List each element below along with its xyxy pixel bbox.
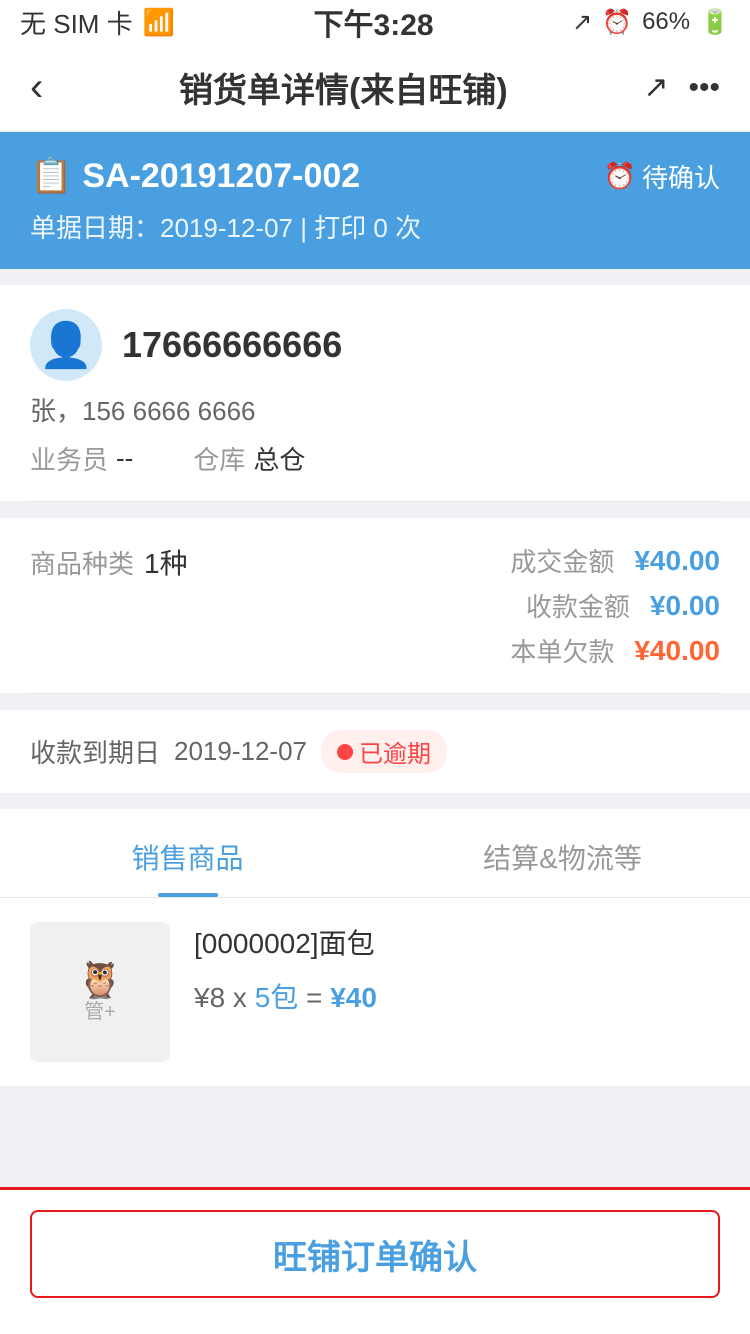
nav-bar: ‹ 销货单详情(来自旺铺) ↗ •••: [0, 44, 750, 132]
customer-top: 👤 17666666666: [30, 309, 720, 381]
order-date: 单据日期：2019-12-07 | 打印 0 次: [30, 208, 720, 245]
divider-2: [30, 693, 720, 694]
table-row: 🦉 管+ [0000002]面包 ¥8 x 5包 = ¥40: [30, 922, 720, 1062]
product-types-value: 1种: [144, 542, 188, 582]
warehouse-label: 仓库: [193, 440, 245, 477]
product-info: [0000002]面包 ¥8 x 5包 = ¥40: [194, 922, 720, 1016]
battery-text: 66%: [642, 8, 690, 36]
tabs-row: 销售商品 结算&物流等: [0, 809, 750, 898]
receipt-label: 收款金额: [526, 587, 630, 624]
location-icon: ↗: [572, 8, 592, 37]
status-bar-left: 无 SIM 卡 📶: [20, 4, 175, 41]
tabs-section: 销售商品 结算&物流等 🦉 管+ [0000002]面包 ¥8 x 5包 = ¥…: [0, 809, 750, 1086]
product-logo-icon: 🦉 管+: [78, 962, 123, 1022]
receipt-row: 收款金额 ¥0.00: [526, 587, 720, 624]
receipt-value: ¥0.00: [650, 590, 720, 622]
overdue-dot-icon: [337, 744, 353, 760]
status-bar-right: ↗ ⏰ 66% 🔋: [572, 8, 730, 37]
status-bar-time: 下午3:28: [314, 0, 434, 44]
summary-row: 商品种类 1种 成交金额 ¥40.00 收款金额 ¥0.00 本单欠款 ¥40.…: [30, 542, 720, 669]
transaction-value: ¥40.00: [634, 545, 720, 577]
avatar: 👤: [30, 309, 102, 381]
alarm-icon: ⏰: [602, 8, 632, 37]
customer-section: 👤 17666666666 张，156 6666 6666 业务员 -- 仓库 …: [0, 285, 750, 501]
order-icon: 📋: [30, 156, 72, 196]
owed-label: 本单欠款: [510, 632, 614, 669]
confirm-order-button[interactable]: 旺铺订单确认: [30, 1210, 720, 1298]
product-types-group: 商品种类 1种: [30, 542, 188, 582]
tab-settlement-logistics[interactable]: 结算&物流等: [375, 809, 750, 897]
salesperson-value: --: [116, 443, 133, 474]
warehouse-item: 仓库 总仓: [193, 440, 305, 477]
customer-meta: 业务员 -- 仓库 总仓: [30, 440, 720, 477]
transaction-row: 成交金额 ¥40.00: [510, 542, 720, 579]
overdue-text: 已逾期: [359, 734, 431, 769]
price-text: ¥8 x: [194, 982, 255, 1013]
order-header-top: 📋 SA-20191207-002 ⏰ 待确认: [30, 156, 720, 196]
amounts-group: 成交金额 ¥40.00 收款金额 ¥0.00 本单欠款 ¥40.00: [510, 542, 720, 669]
avatar-icon: 👤: [39, 319, 94, 371]
product-section: 🦉 管+ [0000002]面包 ¥8 x 5包 = ¥40: [0, 898, 750, 1086]
product-total: ¥40: [330, 982, 377, 1013]
separator-text: =: [298, 982, 330, 1013]
summary-section: 商品种类 1种 成交金额 ¥40.00 收款金额 ¥0.00 本单欠款 ¥40.…: [0, 518, 750, 693]
customer-sub-info: 张，156 6666 6666: [30, 391, 720, 428]
more-icon[interactable]: •••: [688, 71, 720, 105]
transaction-label: 成交金额: [510, 542, 614, 579]
warehouse-value: 总仓: [253, 440, 305, 477]
back-button[interactable]: ‹: [30, 65, 43, 110]
due-section: 收款到期日 2019-12-07 已逾期: [0, 710, 750, 793]
wifi-icon: 📶: [143, 7, 175, 38]
page-title: 销货单详情(来自旺铺): [179, 63, 508, 112]
status-bar: 无 SIM 卡 📶 下午3:28 ↗ ⏰ 66% 🔋: [0, 0, 750, 44]
battery-icon: 🔋: [700, 8, 730, 37]
product-qty: 5包: [255, 982, 299, 1013]
divider-1: [30, 501, 720, 502]
product-price: ¥8 x 5包 = ¥40: [194, 976, 720, 1016]
carrier-text: 无 SIM 卡: [20, 4, 133, 41]
order-header: 📋 SA-20191207-002 ⏰ 待确认 单据日期：2019-12-07 …: [0, 132, 750, 269]
customer-phone: 17666666666: [122, 324, 342, 366]
product-types-label: 商品种类: [30, 544, 134, 581]
overdue-badge: 已逾期: [321, 730, 447, 773]
nav-bar-left: ‹: [30, 65, 43, 110]
nav-bar-right: ↗ •••: [643, 70, 720, 105]
salesperson-item: 业务员 --: [30, 440, 133, 477]
due-label: 收款到期日: [30, 733, 160, 770]
product-thumbnail: 🦉 管+: [30, 922, 170, 1062]
tab-sales-products[interactable]: 销售商品: [0, 809, 375, 897]
product-name: [0000002]面包: [194, 922, 720, 962]
salesperson-label: 业务员: [30, 440, 108, 477]
clock-icon: ⏰: [604, 161, 636, 192]
owed-row: 本单欠款 ¥40.00: [510, 632, 720, 669]
owed-value: ¥40.00: [634, 635, 720, 667]
order-status: ⏰ 待确认: [604, 158, 720, 195]
bottom-bar: 旺铺订单确认: [0, 1187, 750, 1334]
due-date-value: 2019-12-07: [174, 736, 307, 767]
order-id: 📋 SA-20191207-002: [30, 156, 360, 196]
share-icon[interactable]: ↗: [643, 70, 668, 105]
